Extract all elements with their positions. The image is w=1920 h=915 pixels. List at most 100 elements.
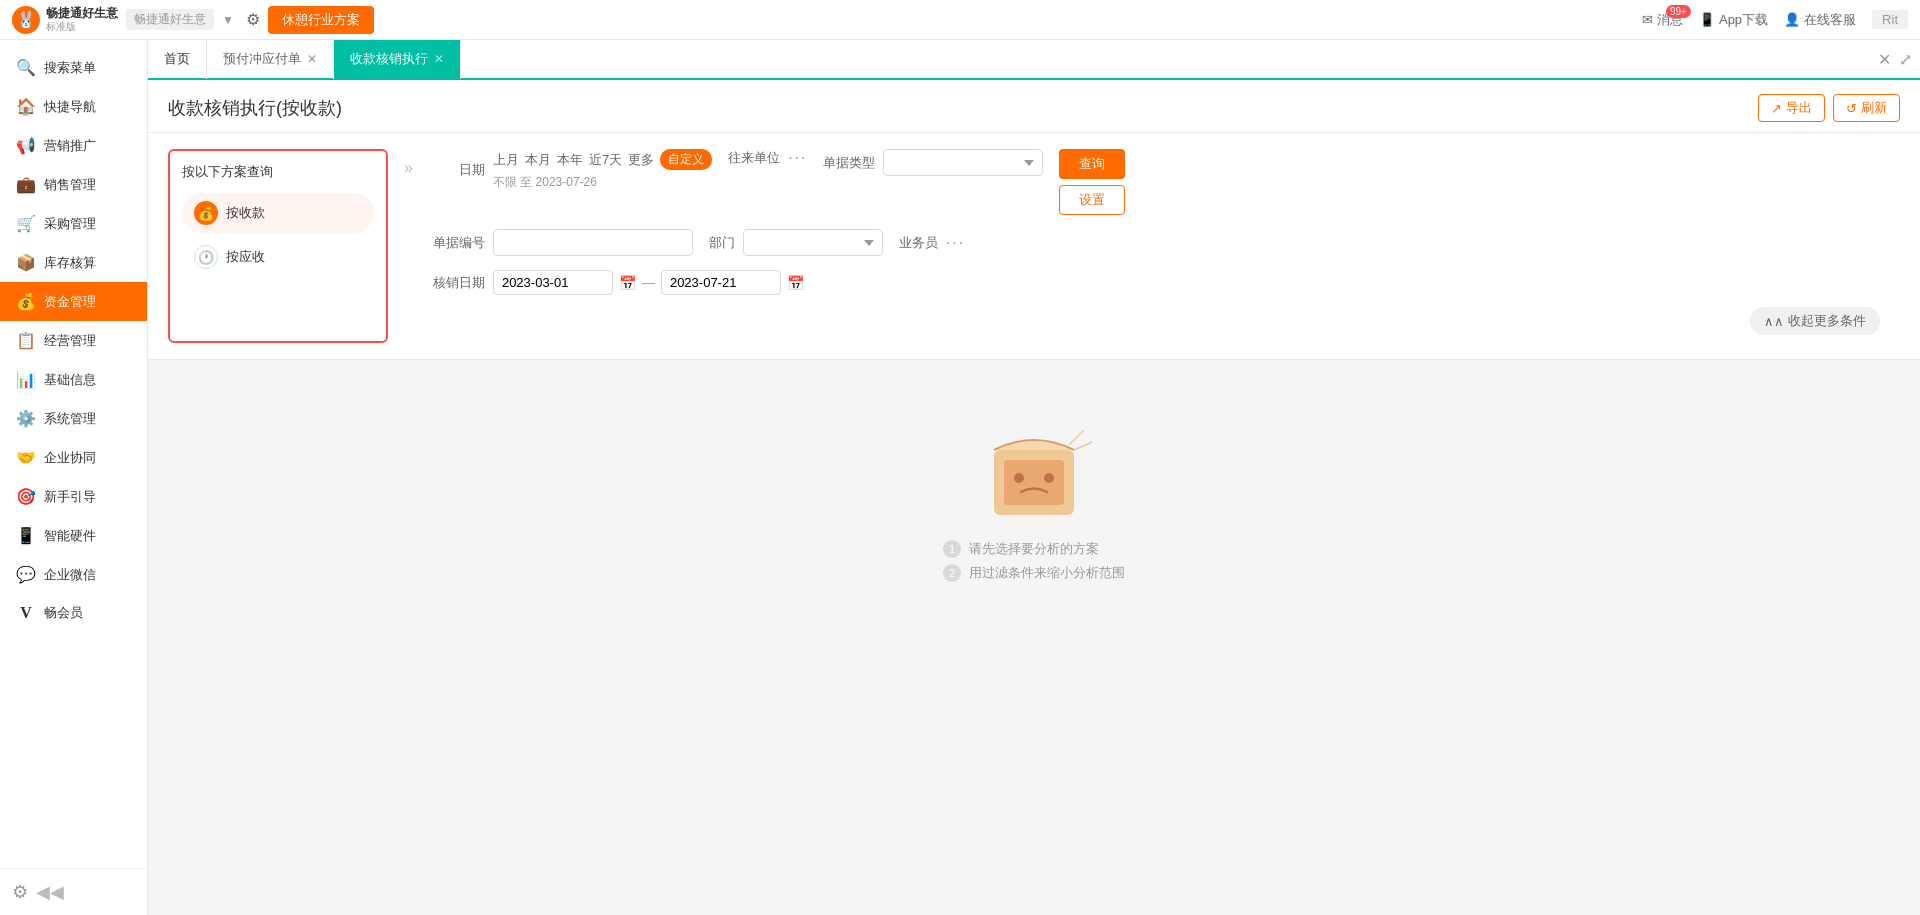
sidebar-item-collab[interactable]: 🤝 企业协同	[0, 438, 147, 477]
date-more-link[interactable]: 更多	[628, 151, 654, 169]
sidebar-item-member[interactable]: V 畅会员	[0, 594, 147, 632]
verify-date-start-input[interactable]	[493, 270, 613, 295]
finance-icon: 💰	[16, 292, 36, 311]
page-header: 收款核销执行(按收款) ↗ 导出 ↺ 刷新	[148, 80, 1920, 133]
empty-text-item-1: 1 请先选择要分析的方案	[943, 540, 1125, 558]
sidebar-collapse-icon[interactable]: ◀◀	[36, 881, 64, 903]
content-area: 首页 预付冲应付单 ✕ 收款核销执行 ✕ ✕ ⤢ 收款核销执行(按收款)	[148, 40, 1920, 915]
empty-tip-1: 请先选择要分析的方案	[969, 540, 1099, 558]
date-field: 日期 上月 本月 本年 近7天 更多 自定义 不限 至	[429, 149, 712, 191]
tabbar: 首页 预付冲应付单 ✕ 收款核销执行 ✕ ✕ ⤢	[148, 40, 1920, 80]
tab-home[interactable]: 首页	[148, 40, 207, 79]
sidebar-item-purchase[interactable]: 🛒 采购管理	[0, 204, 147, 243]
message-button[interactable]: ✉ 消息 99+	[1642, 11, 1683, 29]
doc-type-select[interactable]	[883, 149, 1043, 176]
collab-icon: 🤝	[16, 448, 36, 467]
service-icon: 👤	[1784, 12, 1800, 27]
solution-button[interactable]: 休憩行业方案	[268, 6, 374, 34]
verify-date-separator: —	[642, 275, 655, 290]
query-button[interactable]: 查询	[1059, 149, 1125, 179]
sidebar-item-label: 系统管理	[44, 410, 96, 428]
sidebar-item-label: 企业微信	[44, 566, 96, 584]
tab-expand-icon[interactable]: ⤢	[1899, 50, 1912, 69]
sidebar-item-basic[interactable]: 📊 基础信息	[0, 360, 147, 399]
app-download-button[interactable]: 📱 App下载	[1699, 11, 1768, 29]
date-shortcuts: 上月 本月 本年 近7天 更多 自定义	[493, 149, 712, 170]
sidebar: 🔍 搜索菜单 🏠 快捷导航 📢 营销推广 💼 销售管理 🛒 采购管理 📦	[0, 40, 148, 915]
svg-rect-1	[1004, 460, 1064, 505]
filter-option-by-receivable[interactable]: 🕐 按应收	[182, 237, 374, 277]
sidebar-item-label: 智能硬件	[44, 527, 96, 545]
filter-receivable-icon: 🕐	[194, 245, 218, 269]
sidebar-item-wechat[interactable]: 💬 企业微信	[0, 555, 147, 594]
tab-prepay[interactable]: 预付冲应付单 ✕	[207, 40, 334, 79]
sidebar-item-sales[interactable]: 💼 销售管理	[0, 165, 147, 204]
collapse-more-button[interactable]: ∧∧ 收起更多条件	[1750, 307, 1880, 335]
sidebar-item-search[interactable]: 🔍 搜索菜单	[0, 48, 147, 87]
dept-select[interactable]	[743, 229, 883, 256]
hardware-icon: 📱	[16, 526, 36, 545]
logo-icon: 🐰	[12, 6, 40, 34]
date-this-year[interactable]: 本年	[557, 151, 583, 169]
inventory-icon: 📦	[16, 253, 36, 272]
brand-selector[interactable]: 畅捷通好生意	[126, 9, 214, 30]
date-last-7-days[interactable]: 近7天	[589, 151, 622, 169]
sidebar-settings-icon[interactable]: ⚙	[12, 881, 28, 903]
tabbar-actions: ✕ ⤢	[1870, 50, 1920, 69]
sidebar-item-shortcut[interactable]: 🏠 快捷导航	[0, 87, 147, 126]
verify-date-end-input[interactable]	[661, 270, 781, 295]
purchase-icon: 🛒	[16, 214, 36, 233]
export-button[interactable]: ↗ 导出	[1758, 94, 1825, 122]
date-custom-badge[interactable]: 自定义	[660, 149, 712, 170]
collapse-more-row: ∧∧ 收起更多条件	[429, 303, 1900, 343]
date-last-month[interactable]: 上月	[493, 151, 519, 169]
order-no-input[interactable]	[493, 229, 693, 256]
sidebar-item-label: 快捷导航	[44, 98, 96, 116]
sidebar-item-hardware[interactable]: 📱 智能硬件	[0, 516, 147, 555]
tab-prepay-label: 预付冲应付单	[223, 50, 301, 68]
sidebar-item-guide[interactable]: 🎯 新手引导	[0, 477, 147, 516]
salesperson-field: 业务员 ···	[899, 234, 965, 252]
sidebar-item-marketing[interactable]: 📢 营销推广	[0, 126, 147, 165]
settings-button[interactable]: 设置	[1059, 185, 1125, 215]
date-this-month[interactable]: 本月	[525, 151, 551, 169]
filter-receipt-label: 按收款	[226, 204, 265, 222]
home-icon: 🏠	[16, 97, 36, 116]
filter-receivable-label: 按应收	[226, 248, 265, 266]
counterparty-ellipsis-btn[interactable]: ···	[788, 149, 807, 167]
tab-verify-close-icon[interactable]: ✕	[434, 52, 444, 66]
member-icon: V	[16, 604, 36, 622]
topbar: 🐰 畅捷通好生意 标准版 畅捷通好生意 ▼ ⚙ 休憩行业方案 ✉ 消息 99+ …	[0, 0, 1920, 40]
verify-date-end-calendar-icon[interactable]: 📅	[787, 275, 804, 291]
collapse-up-icon: ∧∧	[1764, 314, 1784, 329]
sidebar-item-inventory[interactable]: 📦 库存核算	[0, 243, 147, 282]
basic-icon: 📊	[16, 370, 36, 389]
collapse-btn-label: 收起更多条件	[1788, 312, 1866, 330]
counterparty-label: 往来单位	[728, 149, 780, 167]
sidebar-bottom: ⚙ ◀◀	[0, 868, 147, 915]
empty-illustration	[974, 420, 1094, 520]
date-label: 日期	[429, 161, 485, 179]
query-buttons: 查询 设置	[1059, 149, 1125, 215]
settings-icon[interactable]: ⚙	[246, 10, 260, 29]
tab-close-all-icon[interactable]: ✕	[1878, 50, 1891, 69]
sidebar-item-finance[interactable]: 💰 资金管理	[0, 282, 147, 321]
refresh-button[interactable]: ↺ 刷新	[1833, 94, 1900, 122]
marketing-icon: 📢	[16, 136, 36, 155]
salesperson-ellipsis-btn[interactable]: ···	[946, 234, 965, 252]
date-unlimit-text: 不限 至 2023-07-26	[493, 174, 712, 191]
user-info[interactable]: Rit	[1872, 10, 1908, 29]
refresh-label: 刷新	[1861, 99, 1887, 117]
online-service-button[interactable]: 👤 在线客服	[1784, 11, 1856, 29]
verify-date-range: 📅 — 📅	[493, 270, 804, 295]
panel-collapse-icon[interactable]: »	[404, 159, 413, 177]
verify-date-start-calendar-icon[interactable]: 📅	[619, 275, 636, 291]
brand-dropdown-icon[interactable]: ▼	[222, 13, 234, 27]
svg-line-5	[1074, 442, 1092, 450]
topbar-left: 🐰 畅捷通好生意 标准版 畅捷通好生意 ▼ ⚙ 休憩行业方案	[12, 6, 1642, 34]
sidebar-item-system[interactable]: ⚙️ 系统管理	[0, 399, 147, 438]
sidebar-item-operation[interactable]: 📋 经营管理	[0, 321, 147, 360]
filter-option-by-receipt[interactable]: 💰 按收款	[182, 193, 374, 233]
tab-prepay-close-icon[interactable]: ✕	[307, 52, 317, 66]
tab-verify[interactable]: 收款核销执行 ✕	[334, 40, 461, 79]
